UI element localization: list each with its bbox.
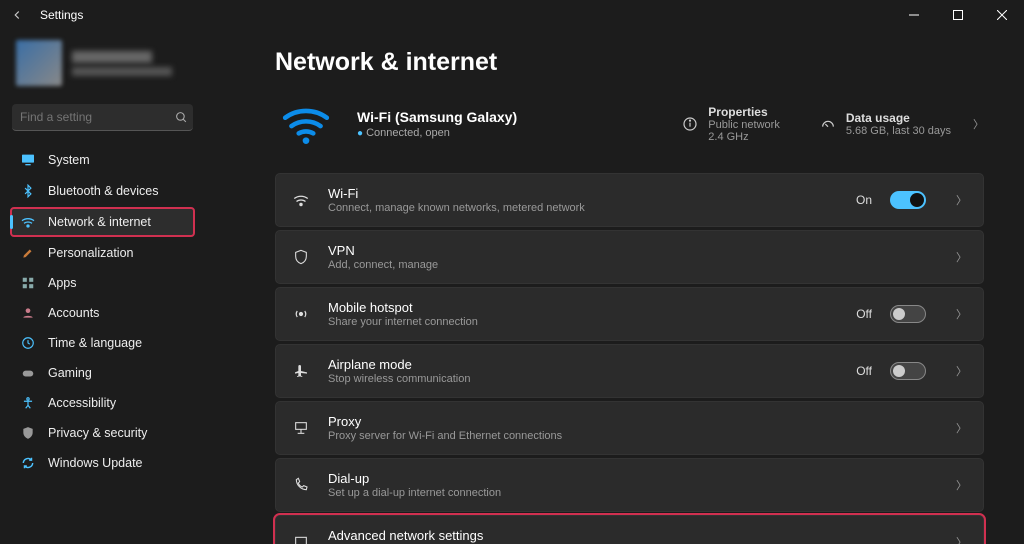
- update-icon: [20, 456, 36, 470]
- accessibility-icon: [20, 396, 36, 410]
- sidebar-item-label: Personalization: [48, 246, 133, 260]
- info-icon: [682, 116, 698, 132]
- sidebar-item-accounts[interactable]: Accounts: [10, 299, 195, 327]
- main-content: Network & internet Wi-Fi (Samsung Galaxy…: [205, 30, 1024, 544]
- network-hero: Wi-Fi (Samsung Galaxy) ● Connected, open…: [275, 99, 984, 149]
- sidebar-item-privacy[interactable]: Privacy & security: [10, 419, 195, 447]
- sidebar-item-label: Time & language: [48, 336, 142, 350]
- dialup-card[interactable]: Dial-upSet up a dial-up internet connect…: [275, 458, 984, 512]
- clock-icon: [20, 336, 36, 350]
- wifi-icon: [20, 214, 36, 230]
- search-icon: [175, 111, 188, 124]
- chevron-right-icon: 〉: [956, 306, 967, 322]
- airplane-toggle[interactable]: [890, 362, 926, 380]
- chevron-right-icon: 〉: [973, 116, 984, 132]
- sidebar-item-label: Network & internet: [48, 215, 151, 229]
- hero-name: Wi-Fi (Samsung Galaxy): [357, 109, 517, 125]
- shield-icon: [20, 426, 36, 440]
- avatar: [16, 40, 62, 86]
- titlebar: Settings: [0, 0, 1024, 30]
- chevron-right-icon: 〉: [956, 534, 967, 544]
- wifi-card[interactable]: Wi-FiConnect, manage known networks, met…: [275, 173, 984, 227]
- minimize-button[interactable]: [892, 0, 936, 30]
- wifi-icon: [292, 191, 310, 209]
- hotspot-icon: [292, 305, 310, 323]
- page-title: Network & internet: [275, 48, 984, 77]
- airplane-state: Off: [856, 364, 872, 378]
- window-title: Settings: [40, 8, 83, 22]
- hero-status: ● Connected, open: [357, 127, 517, 139]
- sidebar-item-update[interactable]: Windows Update: [10, 449, 195, 477]
- sidebar-item-accessibility[interactable]: Accessibility: [10, 389, 195, 417]
- sidebar-item-label: Bluetooth & devices: [48, 184, 159, 198]
- proxy-card[interactable]: ProxyProxy server for Wi-Fi and Ethernet…: [275, 401, 984, 455]
- sidebar-item-label: Privacy & security: [48, 426, 147, 440]
- vpn-card[interactable]: VPNAdd, connect, manage 〉: [275, 230, 984, 284]
- person-icon: [20, 306, 36, 320]
- chevron-right-icon: 〉: [956, 249, 967, 265]
- sidebar-item-label: Gaming: [48, 366, 92, 380]
- network-adapter-icon: [292, 534, 310, 544]
- sidebar-item-label: Accounts: [48, 306, 99, 320]
- advanced-network-card[interactable]: Advanced network settingsView all networ…: [275, 515, 984, 544]
- meter-icon: [820, 116, 836, 132]
- airplane-card[interactable]: Airplane modeStop wireless communication…: [275, 344, 984, 398]
- search-input[interactable]: [20, 110, 175, 124]
- sidebar-item-time[interactable]: Time & language: [10, 329, 195, 357]
- sidebar-item-label: Windows Update: [48, 456, 143, 470]
- apps-icon: [20, 276, 36, 290]
- sidebar-item-personalization[interactable]: Personalization: [10, 239, 195, 267]
- sidebar-item-gaming[interactable]: Gaming: [10, 359, 195, 387]
- hotspot-card[interactable]: Mobile hotspotShare your internet connec…: [275, 287, 984, 341]
- chevron-right-icon: 〉: [956, 420, 967, 436]
- wifi-large-icon: [281, 99, 331, 149]
- sidebar-item-label: Accessibility: [48, 396, 116, 410]
- chevron-right-icon: 〉: [956, 363, 967, 379]
- profile-name: [72, 51, 152, 63]
- shield-icon: [292, 249, 310, 265]
- sidebar-item-network[interactable]: Network & internet: [10, 207, 195, 237]
- close-button[interactable]: [980, 0, 1024, 30]
- brush-icon: [20, 246, 36, 260]
- bluetooth-icon: [20, 184, 36, 198]
- wifi-state: On: [856, 193, 872, 207]
- phone-icon: [292, 477, 310, 493]
- maximize-button[interactable]: [936, 0, 980, 30]
- wifi-toggle[interactable]: [890, 191, 926, 209]
- sidebar-item-apps[interactable]: Apps: [10, 269, 195, 297]
- hotspot-toggle[interactable]: [890, 305, 926, 323]
- gaming-icon: [20, 366, 36, 380]
- profile-block[interactable]: [10, 30, 195, 104]
- sidebar-item-bluetooth[interactable]: Bluetooth & devices: [10, 177, 195, 205]
- sidebar-item-label: System: [48, 153, 90, 167]
- airplane-icon: [292, 363, 310, 379]
- chevron-right-icon: 〉: [956, 477, 967, 493]
- sidebar-item-label: Apps: [48, 276, 77, 290]
- system-icon: [20, 152, 36, 168]
- back-button[interactable]: [10, 8, 40, 22]
- proxy-icon: [292, 420, 310, 436]
- profile-email: [72, 67, 172, 76]
- hotspot-state: Off: [856, 307, 872, 321]
- data-usage-link[interactable]: Data usage 5.68 GB, last 30 days 〉: [820, 111, 984, 137]
- properties-link[interactable]: Properties Public network 2.4 GHz: [682, 105, 780, 143]
- sidebar: System Bluetooth & devices Network & int…: [0, 30, 205, 544]
- search-input-wrap[interactable]: [12, 104, 193, 131]
- sidebar-item-system[interactable]: System: [10, 145, 195, 175]
- chevron-right-icon: 〉: [956, 192, 967, 208]
